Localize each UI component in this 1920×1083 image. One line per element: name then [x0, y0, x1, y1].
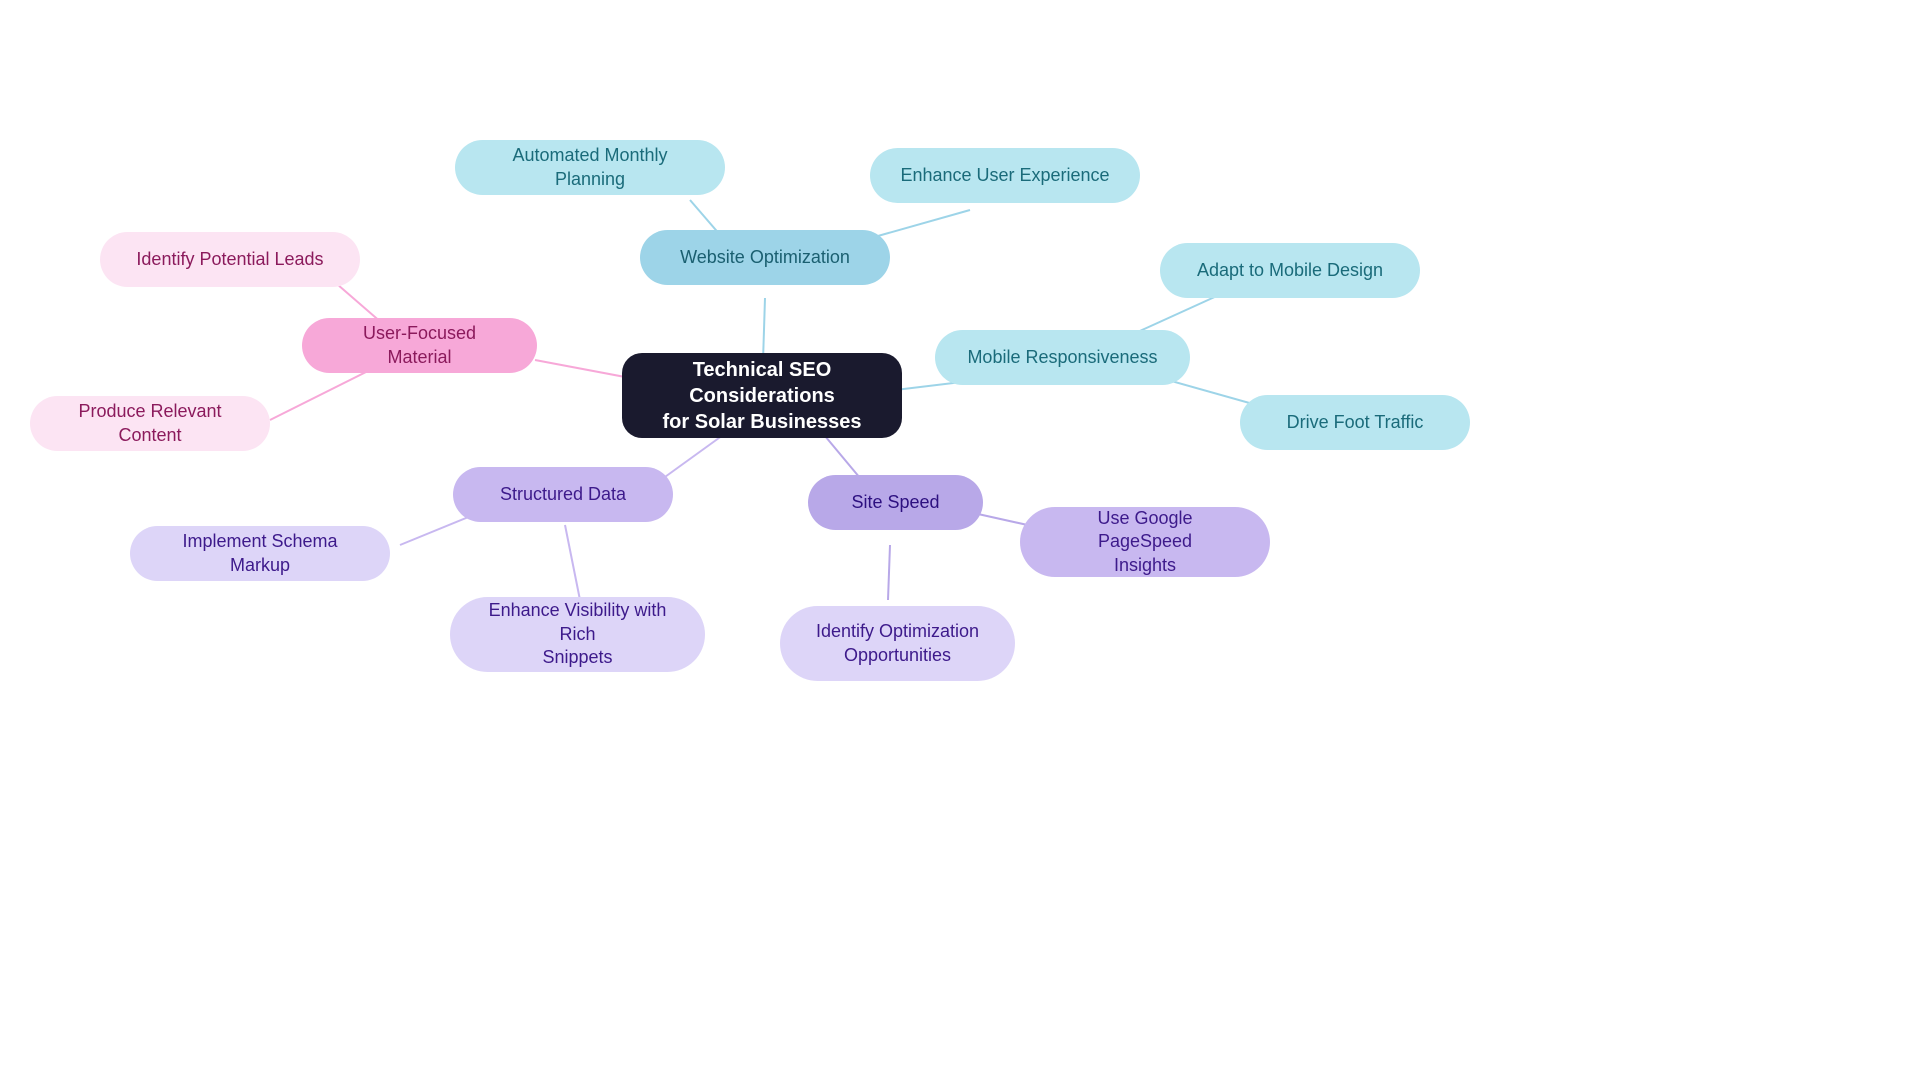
mobile-responsiveness-label: Mobile Responsiveness — [967, 346, 1157, 369]
enhance-user-experience-node: Enhance User Experience — [870, 148, 1140, 203]
identify-potential-leads-label: Identify Potential Leads — [136, 248, 323, 271]
adapt-to-mobile-design-node: Adapt to Mobile Design — [1160, 243, 1420, 298]
use-google-pagespeed-label: Use Google PageSpeed Insights — [1048, 507, 1242, 577]
user-focused-material-label: User-Focused Material — [330, 322, 509, 369]
automated-monthly-planning-node: Automated Monthly Planning — [455, 140, 725, 195]
implement-schema-markup-label: Implement Schema Markup — [158, 530, 362, 577]
automated-monthly-planning-label: Automated Monthly Planning — [483, 144, 697, 191]
implement-schema-markup-node: Implement Schema Markup — [130, 526, 390, 581]
drive-foot-traffic-label: Drive Foot Traffic — [1287, 411, 1424, 434]
center-label: Technical SEO Considerations for Solar B… — [650, 357, 874, 435]
user-focused-material-node: User-Focused Material — [302, 318, 537, 373]
structured-data-node: Structured Data — [453, 467, 673, 522]
identify-potential-leads-node: Identify Potential Leads — [100, 232, 360, 287]
adapt-to-mobile-design-label: Adapt to Mobile Design — [1197, 259, 1383, 282]
website-optimization-node: Website Optimization — [640, 230, 890, 285]
enhance-user-experience-label: Enhance User Experience — [900, 164, 1109, 187]
produce-relevant-content-node: Produce Relevant Content — [30, 396, 270, 451]
drive-foot-traffic-node: Drive Foot Traffic — [1240, 395, 1470, 450]
site-speed-label: Site Speed — [851, 491, 939, 514]
site-speed-node: Site Speed — [808, 475, 983, 530]
produce-relevant-content-label: Produce Relevant Content — [58, 400, 242, 447]
enhance-visibility-label: Enhance Visibility with Rich Snippets — [478, 599, 677, 669]
enhance-visibility-node: Enhance Visibility with Rich Snippets — [450, 597, 705, 672]
mobile-responsiveness-node: Mobile Responsiveness — [935, 330, 1190, 385]
website-optimization-label: Website Optimization — [680, 246, 850, 269]
center-node: Technical SEO Considerations for Solar B… — [622, 353, 902, 438]
identify-optimization-node: Identify Optimization Opportunities — [780, 606, 1015, 681]
identify-optimization-label: Identify Optimization Opportunities — [816, 620, 979, 667]
use-google-pagespeed-node: Use Google PageSpeed Insights — [1020, 507, 1270, 577]
structured-data-label: Structured Data — [500, 483, 626, 506]
